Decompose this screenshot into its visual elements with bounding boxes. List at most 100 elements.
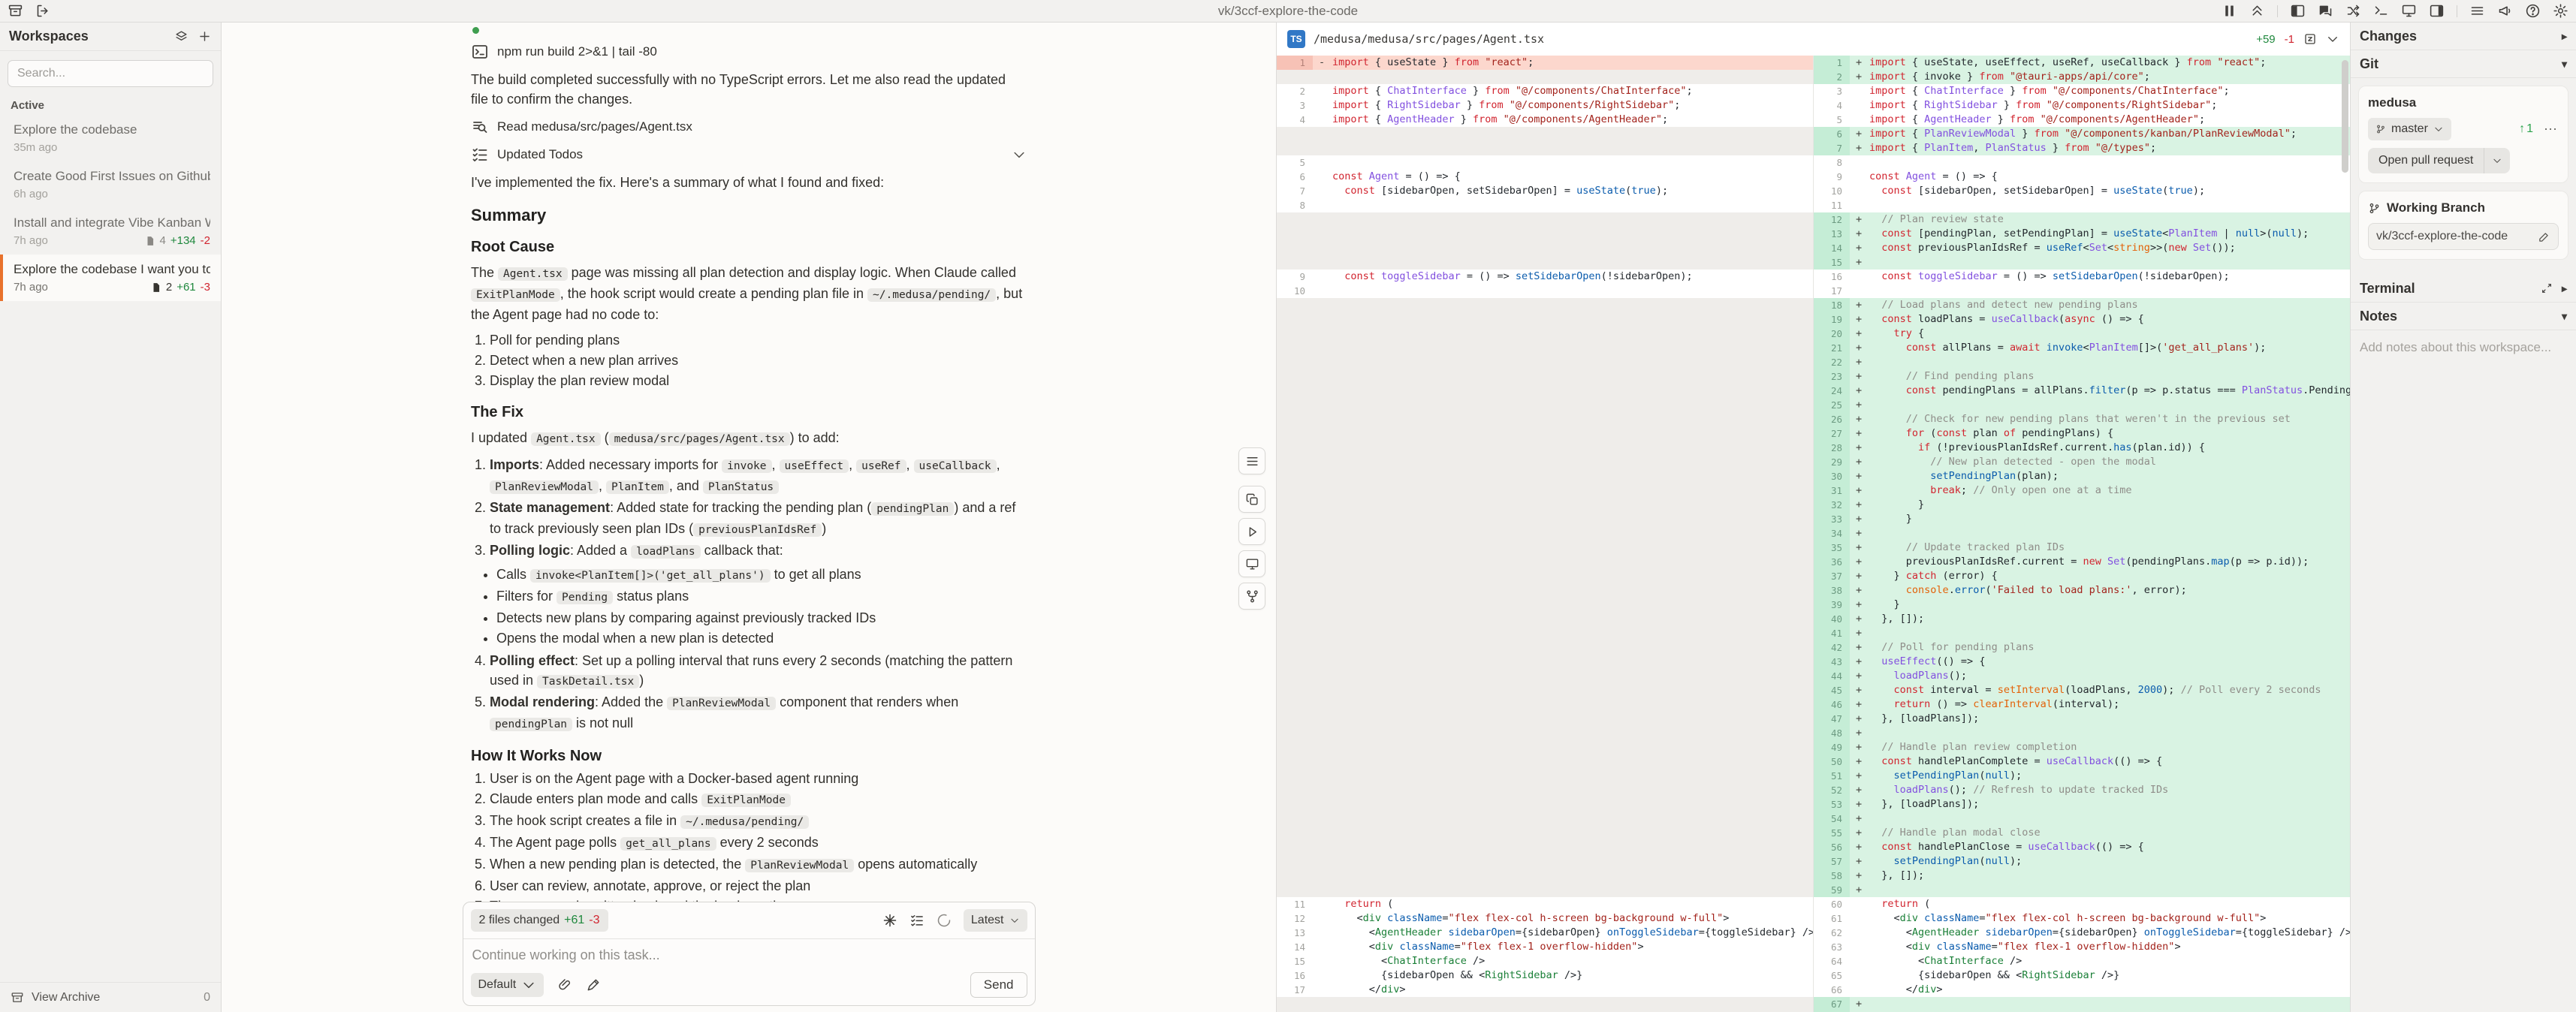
view-archive-button[interactable]: View Archive 0 [0, 982, 221, 1012]
code-line [1332, 441, 1813, 455]
inline-code: PlanReviewModal [490, 480, 599, 494]
pull-request-options-button[interactable] [2484, 148, 2510, 173]
diff-row: 5import { AgentHeader } from "@/componen… [1814, 113, 2350, 127]
notes-editor[interactable]: Add notes about this workspace... [2351, 330, 2576, 1012]
spark-icon[interactable] [882, 913, 897, 928]
diff-row: 41+ [1814, 626, 2350, 640]
expand-icon[interactable] [2541, 282, 2553, 294]
monitor-icon[interactable] [2401, 3, 2417, 19]
edit-pencil-icon[interactable] [2538, 230, 2550, 243]
diff-scrollbar[interactable] [2342, 60, 2348, 173]
diff-row [1277, 626, 1813, 640]
branch-dropdown[interactable]: master [2368, 118, 2451, 140]
diff-sign: + [1850, 754, 1869, 769]
search-input[interactable] [8, 60, 213, 87]
workspace-item[interactable]: Explore the codebase35m ago [0, 115, 221, 161]
copy-button[interactable] [1238, 486, 1265, 513]
play-button[interactable] [1238, 518, 1265, 545]
pause-icon[interactable] [2222, 3, 2237, 19]
terminal-section-header[interactable]: Terminal ▸ [2351, 275, 2576, 303]
diff-sign [1313, 526, 1332, 541]
plus-icon[interactable] [198, 29, 212, 44]
fork-button[interactable] [1238, 583, 1265, 610]
diff-sign [1313, 98, 1332, 113]
exit-icon[interactable] [35, 3, 51, 19]
message-input[interactable] [472, 947, 1026, 963]
panel-left-icon[interactable] [2290, 3, 2306, 19]
inline-code: useEffect [780, 459, 849, 473]
chevrons-up-icon[interactable] [2249, 3, 2265, 19]
code-line: import { invoke } from "@tauri-apps/api/… [1869, 70, 2350, 84]
diff-row: 3import { ChatInterface } from "@/compon… [1814, 84, 2350, 98]
monitor-button[interactable] [1238, 550, 1265, 577]
code-line [1332, 384, 1813, 398]
notes-section-header[interactable]: Notes ▾ [2351, 303, 2576, 330]
whitespace-toggle-icon[interactable] [2303, 32, 2317, 46]
diff-row: 2import { ChatInterface } from "@/compon… [1277, 84, 1813, 98]
rows-icon [1245, 454, 1259, 468]
megaphone-icon[interactable] [2497, 3, 2513, 19]
diff-sign: + [1850, 127, 1869, 141]
tool-call-chip[interactable]: npm run build 2>&1 | tail -80 [471, 42, 1027, 62]
files-changed-badge[interactable]: 2 files changed +61 -3 [471, 909, 608, 932]
todos-icon[interactable] [909, 913, 925, 928]
rows-button[interactable] [1238, 447, 1265, 474]
diff-row [1277, 640, 1813, 655]
more-options-icon[interactable]: ⋯ [2544, 122, 2559, 137]
line-number: 41 [1814, 626, 1850, 640]
workspace-item[interactable]: Install and integrate Vibe Kanban Web7h … [0, 208, 221, 255]
chat-bubble-icon[interactable] [2318, 3, 2333, 19]
pen-icon[interactable] [586, 977, 601, 992]
workspace-item[interactable]: Explore the codebase I want you to exp7h… [0, 255, 221, 301]
archive-icon [11, 991, 24, 1004]
diff-row [1277, 612, 1813, 626]
diff-row [1277, 797, 1813, 812]
tool-call-chip[interactable]: Updated Todos [471, 145, 1027, 164]
workspace-item[interactable]: Create Good First Issues on Github So p6… [0, 161, 221, 208]
diff-row: 61 <div className="flex flex-col h-scree… [1814, 911, 2350, 926]
panel-right-icon[interactable] [2429, 3, 2445, 19]
archive-icon[interactable] [8, 3, 23, 19]
send-button[interactable]: Send [970, 972, 1027, 998]
diff-sign: + [1850, 412, 1869, 426]
diff-sign [1313, 869, 1332, 883]
attachment-icon[interactable] [557, 977, 572, 992]
gear-icon[interactable] [2553, 3, 2568, 19]
version-dropdown[interactable]: Latest [964, 909, 1027, 932]
tool-call-chip[interactable]: Read medusa/src/pages/Agent.tsx [471, 117, 1027, 137]
line-number [1277, 127, 1313, 141]
menu-icon[interactable] [2469, 3, 2485, 19]
diff-sign [1313, 555, 1332, 569]
code-line: </div> [1332, 983, 1813, 997]
diff-sign [1313, 70, 1332, 84]
code-line: const previousPlanIdsRef = useRef<Set<st… [1869, 241, 2350, 255]
collapse-file-icon[interactable] [2326, 32, 2339, 46]
line-number: 65 [1814, 968, 1850, 983]
line-number: 30 [1814, 469, 1850, 483]
workspace-item-title: Create Good First Issues on Github So p [14, 169, 210, 184]
help-icon[interactable] [2525, 3, 2541, 19]
changes-label: Changes [2360, 29, 2417, 44]
line-number: 33 [1814, 512, 1850, 526]
chat-scroll-area[interactable]: npm run build 2>&1 | tail -80The build c… [222, 23, 1276, 902]
diff-sign: + [1850, 227, 1869, 241]
diff-sign [1313, 327, 1332, 341]
diff-sign [1313, 212, 1332, 227]
caret-right-icon: ▸ [2562, 282, 2567, 295]
inline-code: Agent.tsx [531, 432, 601, 446]
bold-text: Modal rendering [490, 694, 595, 709]
line-number: 46 [1814, 697, 1850, 712]
terminal-icon[interactable] [2373, 3, 2389, 19]
inline-code: useRef [856, 459, 906, 473]
open-pull-request-button[interactable]: Open pull request [2368, 148, 2484, 173]
read-icon [471, 118, 489, 136]
line-number: 6 [1277, 170, 1313, 184]
shuffle-icon[interactable] [2345, 3, 2361, 19]
chevron-down-icon[interactable] [1012, 147, 1027, 162]
layers-icon[interactable] [174, 29, 189, 44]
model-dropdown[interactable]: Default [471, 973, 544, 997]
git-section-header[interactable]: Git ▾ [2351, 50, 2576, 78]
git-branch-icon [2375, 124, 2386, 134]
changes-section-header[interactable]: Changes ▸ [2351, 23, 2576, 50]
working-branch-field[interactable]: vk/3ccf-explore-the-code [2368, 223, 2559, 250]
